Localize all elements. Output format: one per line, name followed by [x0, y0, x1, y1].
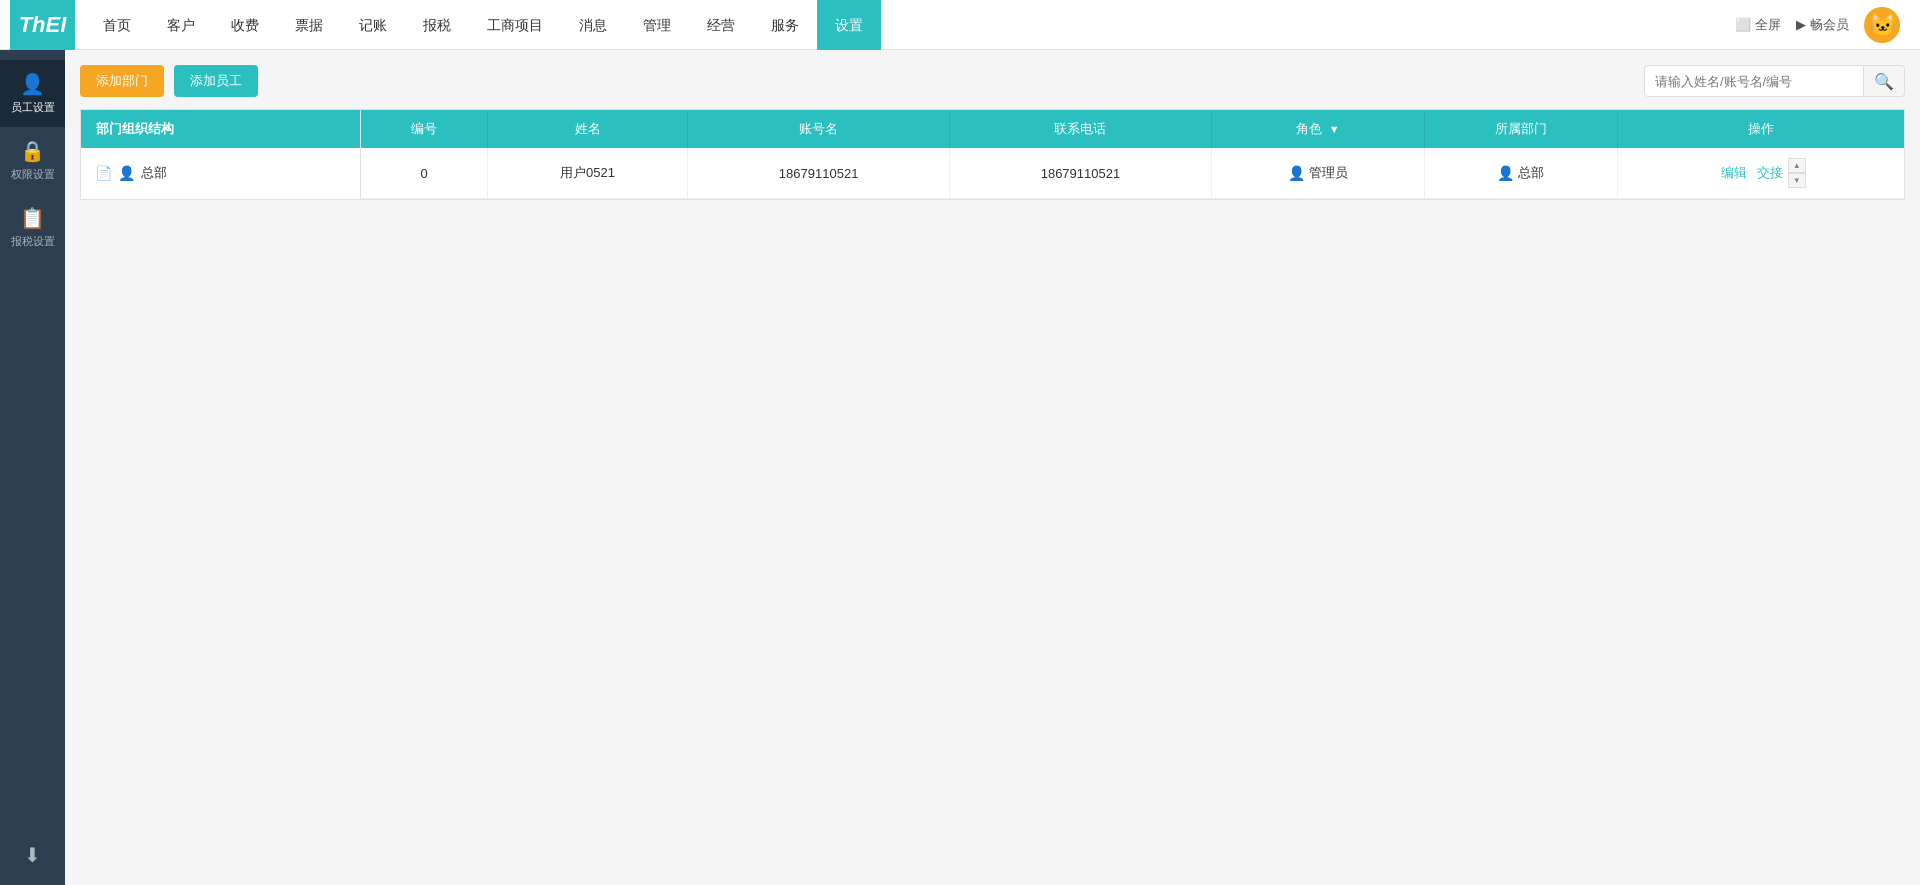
- dept-panel-header: 部门组织结构: [81, 110, 360, 148]
- sidebar-permission-label: 权限设置: [11, 167, 55, 182]
- role-filter-icon[interactable]: ▼: [1329, 123, 1340, 135]
- dept-item-label: 总部: [141, 164, 167, 182]
- dept-file-icon: 📄: [95, 165, 112, 181]
- col-header-role: 角色 ▼: [1211, 110, 1424, 148]
- search-area: 🔍: [1644, 65, 1905, 97]
- col-header-account: 账号名: [688, 110, 950, 148]
- handover-button[interactable]: 交接: [1757, 164, 1783, 182]
- dept-tree: 📄 👤 总部: [81, 148, 360, 198]
- nav-items: 首页客户收费票据记账报税工商项目消息管理经营服务设置: [75, 0, 1735, 50]
- permission-icon: 🔒: [20, 139, 45, 163]
- role-name: 管理员: [1309, 164, 1348, 182]
- dept-panel-title: 部门组织结构: [96, 121, 174, 136]
- logo-text: ThEI: [19, 12, 67, 38]
- employee-icon: 👤: [20, 72, 45, 96]
- sidebar-item-permission[interactable]: 🔒 权限设置: [0, 127, 65, 194]
- nav-item-客户[interactable]: 客户: [149, 0, 213, 50]
- col-header-name: 姓名: [487, 110, 687, 148]
- nav-item-经营[interactable]: 经营: [689, 0, 753, 50]
- scroll-up-button[interactable]: ▲: [1788, 158, 1806, 173]
- fullscreen-icon: ⬜: [1735, 17, 1751, 32]
- sidebar-bottom: ⬇: [0, 835, 65, 885]
- dept-ref-icon: 👤: [1497, 165, 1514, 181]
- employee-table: 编号 姓名 账号名 联系电话 角: [361, 110, 1904, 199]
- cell-actions: 编辑 交接 ▲ ▼: [1618, 148, 1904, 198]
- table-wrapper: 部门组织结构 📄 👤 总部 编号: [80, 109, 1905, 200]
- top-navigation: ThEI 首页客户收费票据记账报税工商项目消息管理经营服务设置 ⬜ 全屏 ▶ 畅…: [0, 0, 1920, 50]
- cell-phone: 18679110521: [950, 148, 1212, 199]
- edit-button[interactable]: 编辑: [1721, 164, 1747, 182]
- col-header-actions: 操作: [1617, 110, 1904, 148]
- main-content: 添加部门 添加员工 🔍 部门组织结构 📄 👤 总部: [65, 50, 1920, 885]
- table-header-row: 编号 姓名 账号名 联系电话 角: [361, 110, 1904, 148]
- nav-item-工商项目[interactable]: 工商项目: [469, 0, 561, 50]
- row-scroll-buttons: ▲ ▼: [1788, 158, 1806, 188]
- nav-item-设置[interactable]: 设置: [817, 0, 881, 50]
- cell-id: 0: [361, 148, 487, 199]
- nav-item-票据[interactable]: 票据: [277, 0, 341, 50]
- nav-item-消息[interactable]: 消息: [561, 0, 625, 50]
- cell-role: 👤 管理员: [1211, 148, 1424, 199]
- nav-item-管理[interactable]: 管理: [625, 0, 689, 50]
- dept-panel: 部门组织结构 📄 👤 总部: [81, 110, 361, 199]
- sidebar-item-tax[interactable]: 📋 报税设置: [0, 194, 65, 261]
- nav-item-记账[interactable]: 记账: [341, 0, 405, 50]
- vip-label: 畅会员: [1810, 16, 1849, 34]
- sidebar-employee-label: 员工设置: [11, 100, 55, 115]
- search-icon: 🔍: [1874, 72, 1894, 91]
- add-emp-button[interactable]: 添加员工: [174, 65, 258, 97]
- dept-tree-item[interactable]: 📄 👤 总部: [91, 158, 350, 188]
- download-icon: ⬇: [24, 843, 41, 867]
- fullscreen-label: 全屏: [1755, 16, 1781, 34]
- role-icon: 👤: [1288, 165, 1305, 181]
- nav-item-首页[interactable]: 首页: [85, 0, 149, 50]
- nav-right: ⬜ 全屏 ▶ 畅会员 🐱: [1735, 7, 1900, 43]
- col-header-id: 编号: [361, 110, 487, 148]
- avatar-icon: 🐱: [1869, 12, 1896, 38]
- cell-account: 18679110521: [688, 148, 950, 199]
- main-layout: 👤 员工设置 🔒 权限设置 📋 报税设置 ⬇ 添加部门 添加员工 🔍: [0, 50, 1920, 885]
- nav-item-收费[interactable]: 收费: [213, 0, 277, 50]
- nav-item-报税[interactable]: 报税: [405, 0, 469, 50]
- sidebar: 👤 员工设置 🔒 权限设置 📋 报税设置 ⬇: [0, 50, 65, 885]
- sidebar-item-employee[interactable]: 👤 员工设置: [0, 60, 65, 127]
- sidebar-tax-label: 报税设置: [11, 234, 55, 249]
- vip-button[interactable]: ▶ 畅会员: [1796, 16, 1849, 34]
- employee-panel: 编号 姓名 账号名 联系电话 角: [361, 110, 1904, 199]
- vip-icon: ▶: [1796, 17, 1806, 32]
- user-avatar[interactable]: 🐱: [1864, 7, 1900, 43]
- search-input[interactable]: [1644, 65, 1864, 97]
- toolbar: 添加部门 添加员工 🔍: [80, 65, 1905, 97]
- tax-icon: 📋: [20, 206, 45, 230]
- col-header-dept: 所属部门: [1424, 110, 1617, 148]
- nav-item-服务[interactable]: 服务: [753, 0, 817, 50]
- scroll-down-button[interactable]: ▼: [1788, 173, 1806, 188]
- dept-name-ref: 总部: [1518, 164, 1544, 182]
- logo: ThEI: [10, 0, 75, 50]
- search-button[interactable]: 🔍: [1864, 65, 1905, 97]
- dept-person-icon: 👤: [118, 165, 135, 181]
- add-dept-button[interactable]: 添加部门: [80, 65, 164, 97]
- fullscreen-button[interactable]: ⬜ 全屏: [1735, 16, 1781, 34]
- sidebar-download-button[interactable]: ⬇: [0, 835, 65, 875]
- table-row: 0 用户0521 18679110521 18679110521 👤 管理员 👤…: [361, 148, 1904, 199]
- col-header-phone: 联系电话: [950, 110, 1212, 148]
- cell-dept: 👤 总部: [1424, 148, 1617, 199]
- cell-name: 用户0521: [487, 148, 687, 199]
